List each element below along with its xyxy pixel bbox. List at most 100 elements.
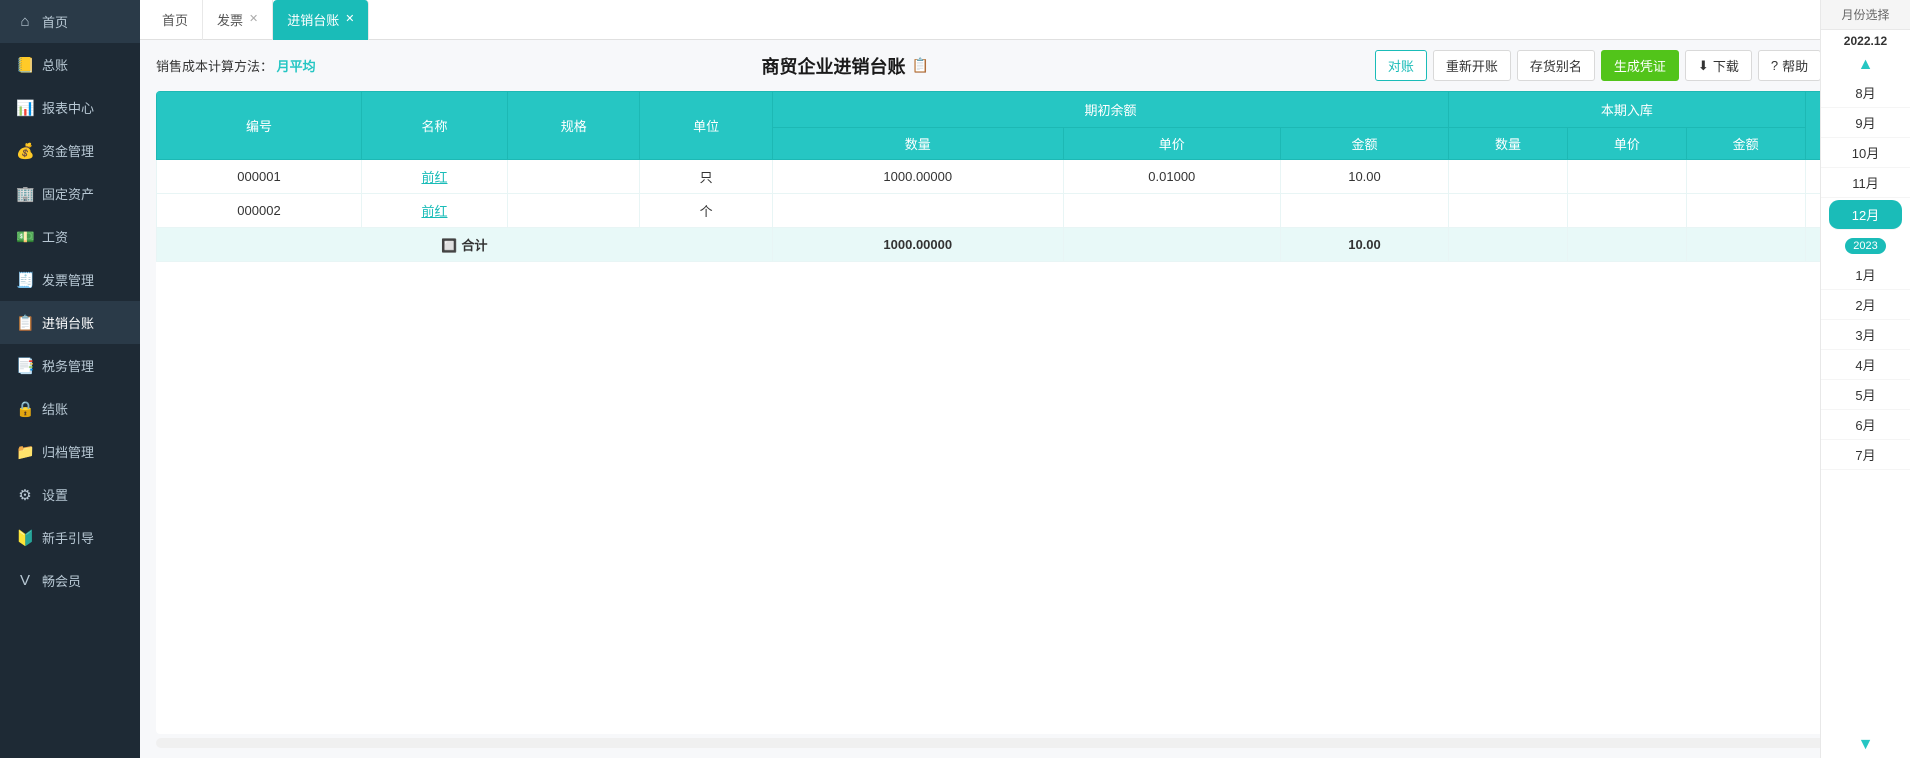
month-item-2022-11月[interactable]: 11月 <box>1821 168 1910 198</box>
month-item-2023-3月[interactable]: 3月 <box>1821 320 1910 350</box>
year-2022-label: 2022.12 <box>1821 30 1910 52</box>
sidebar-item-funds[interactable]: 💰 资金管理 <box>0 129 140 172</box>
sidebar-item-closing[interactable]: 🔒 结账 <box>0 387 140 430</box>
sidebar-label-inventory: 进销台账 <box>42 313 94 332</box>
total-label: 🔲合计 <box>157 228 773 262</box>
total-opening-qty: 1000.00000 <box>772 228 1063 262</box>
tab-close-invoice-tab[interactable]: ✕ <box>249 14 258 25</box>
save-alias-button[interactable]: 存货别名 <box>1517 50 1595 81</box>
sidebar-item-settings[interactable]: ⚙ 设置 <box>0 473 140 516</box>
cost-method: 销售成本计算方法： 月平均 <box>156 56 316 75</box>
month-scroll-down-button[interactable]: ▼ <box>1821 732 1910 758</box>
reports-icon: 📊 <box>16 99 34 117</box>
tab-label-invoice-tab: 发票 <box>217 10 243 29</box>
tab-label-home-tab: 首页 <box>162 10 188 29</box>
sidebar-label-funds: 资金管理 <box>42 141 94 160</box>
col-sub-opening-amount: 金额 <box>1280 128 1448 160</box>
horizontal-scrollbar[interactable] <box>156 738 1894 748</box>
sidebar-item-fixed-assets[interactable]: 🏢 固定资产 <box>0 172 140 215</box>
month-item-2023-2月[interactable]: 2月 <box>1821 290 1910 320</box>
total-in-qty <box>1449 228 1568 262</box>
sidebar-item-guide[interactable]: 🔰 新手引导 <box>0 516 140 559</box>
tab-label-inventory-tab: 进销台账 <box>287 10 339 29</box>
tab-invoice-tab[interactable]: 发票 ✕ <box>203 0 273 40</box>
cell-spec <box>507 160 639 194</box>
inventory-table-wrapper: 编号 名称 规格 单位 期初余额 本期入库 数 数量 单价 金额 数量 单价 <box>156 91 1894 734</box>
reconcile-button[interactable]: 对账 <box>1375 50 1427 81</box>
cell-number: 000001 <box>157 160 362 194</box>
sidebar-item-tax[interactable]: 📑 税务管理 <box>0 344 140 387</box>
invoice-mgmt-icon: 🧾 <box>16 271 34 289</box>
table-body: 000001 前红 只 1000.00000 0.01000 10.00 000… <box>157 160 1894 262</box>
inventory-table: 编号 名称 规格 单位 期初余额 本期入库 数 数量 单价 金额 数量 单价 <box>156 91 1894 262</box>
help-button[interactable]: ? 帮助 <box>1758 50 1821 81</box>
col-header-opening-balance: 期初余额 <box>772 92 1448 128</box>
name-link[interactable]: 前红 <box>421 204 447 219</box>
cell-in-amount <box>1686 194 1805 228</box>
sidebar-item-member[interactable]: V 畅会员 <box>0 559 140 602</box>
download-button[interactable]: ⬇ 下载 <box>1685 50 1752 81</box>
info-icon[interactable]: 📋 <box>912 57 929 74</box>
month-item-2022-12月[interactable]: 12月 <box>1829 200 1902 230</box>
cell-number: 000002 <box>157 194 362 228</box>
sidebar-label-closing: 结账 <box>42 399 68 418</box>
cell-opening-qty <box>772 194 1063 228</box>
sidebar-label-member: 畅会员 <box>42 571 81 590</box>
col-header-unit: 单位 <box>640 92 772 160</box>
name-link[interactable]: 前红 <box>421 170 447 185</box>
month-list: 8月9月10月11月12月 2023 1月2月3月4月5月6月7月 <box>1821 78 1910 732</box>
cell-unit: 只 <box>640 160 772 194</box>
closing-icon: 🔒 <box>16 400 34 418</box>
cell-in-price <box>1567 160 1686 194</box>
reopen-button[interactable]: 重新开账 <box>1433 50 1511 81</box>
toolbar: 对账 重新开账 存货别名 生成凭证 ⬇ 下载 ? 帮助 ↻ 刷新 <box>1375 50 1894 81</box>
sidebar-item-inventory[interactable]: 📋 进销台账 <box>0 301 140 344</box>
member-icon: V <box>16 572 34 589</box>
month-scroll-up-button[interactable]: ▲ <box>1821 52 1910 78</box>
cell-in-qty <box>1449 194 1568 228</box>
generate-voucher-button[interactable]: 生成凭证 <box>1601 50 1679 81</box>
sidebar-item-home[interactable]: ⌂ 首页 <box>0 0 140 43</box>
tab-home-tab[interactable]: 首页 <box>148 0 203 40</box>
total-in-amount <box>1686 228 1805 262</box>
month-item-2022-10月[interactable]: 10月 <box>1821 138 1910 168</box>
table-row: 000002 前红 个 <box>157 194 1894 228</box>
tab-inventory-tab[interactable]: 进销台账 ✕ <box>273 0 369 40</box>
sidebar-item-general-ledger[interactable]: 📒 总账 <box>0 43 140 86</box>
cell-opening-amount: 10.00 <box>1280 160 1448 194</box>
sidebar-label-tax: 税务管理 <box>42 356 94 375</box>
sidebar-label-guide: 新手引导 <box>42 528 94 547</box>
sidebar-item-archive[interactable]: 📁 归档管理 <box>0 430 140 473</box>
month-item-2023-5月[interactable]: 5月 <box>1821 380 1910 410</box>
sidebar-label-fixed-assets: 固定资产 <box>42 184 94 203</box>
download-icon: ⬇ <box>1698 58 1709 74</box>
sidebar-label-settings: 设置 <box>42 485 68 504</box>
sidebar-item-reports[interactable]: 📊 报表中心 <box>0 86 140 129</box>
total-in-price <box>1567 228 1686 262</box>
year-2023-badge: 2023 <box>1845 238 1885 254</box>
month-item-2023-6月[interactable]: 6月 <box>1821 410 1910 440</box>
sidebar-item-invoice-mgmt[interactable]: 🧾 发票管理 <box>0 258 140 301</box>
month-item-2022-9月[interactable]: 9月 <box>1821 108 1910 138</box>
month-item-2023-4月[interactable]: 4月 <box>1821 350 1910 380</box>
cell-in-qty <box>1449 160 1568 194</box>
cell-name: 前红 <box>361 160 507 194</box>
month-item-2022-8月[interactable]: 8月 <box>1821 78 1910 108</box>
page-title-text: 商贸企业进销台账 <box>762 53 906 79</box>
guide-icon: 🔰 <box>16 529 34 547</box>
cell-spec <box>507 194 639 228</box>
sidebar-item-payroll[interactable]: 💵 工资 <box>0 215 140 258</box>
cell-unit: 个 <box>640 194 772 228</box>
sidebar-label-home: 首页 <box>42 12 68 31</box>
month-item-2023-1月[interactable]: 1月 <box>1821 260 1910 290</box>
page-content: 销售成本计算方法： 月平均 商贸企业进销台账 📋 对账 重新开账 存货别名 生成… <box>140 40 1910 758</box>
col-sub-opening-qty: 数量 <box>772 128 1063 160</box>
year-badge-2023: 2023 <box>1821 232 1910 260</box>
sidebar: ⌂ 首页📒 总账📊 报表中心💰 资金管理🏢 固定资产💵 工资🧾 发票管理📋 进销… <box>0 0 140 758</box>
cell-opening-price: 0.01000 <box>1063 160 1280 194</box>
col-sub-in-price: 单价 <box>1567 128 1686 160</box>
general-ledger-icon: 📒 <box>16 56 34 74</box>
tab-close-inventory-tab[interactable]: ✕ <box>345 14 354 25</box>
month-item-2023-7月[interactable]: 7月 <box>1821 440 1910 470</box>
cell-in-amount <box>1686 160 1805 194</box>
